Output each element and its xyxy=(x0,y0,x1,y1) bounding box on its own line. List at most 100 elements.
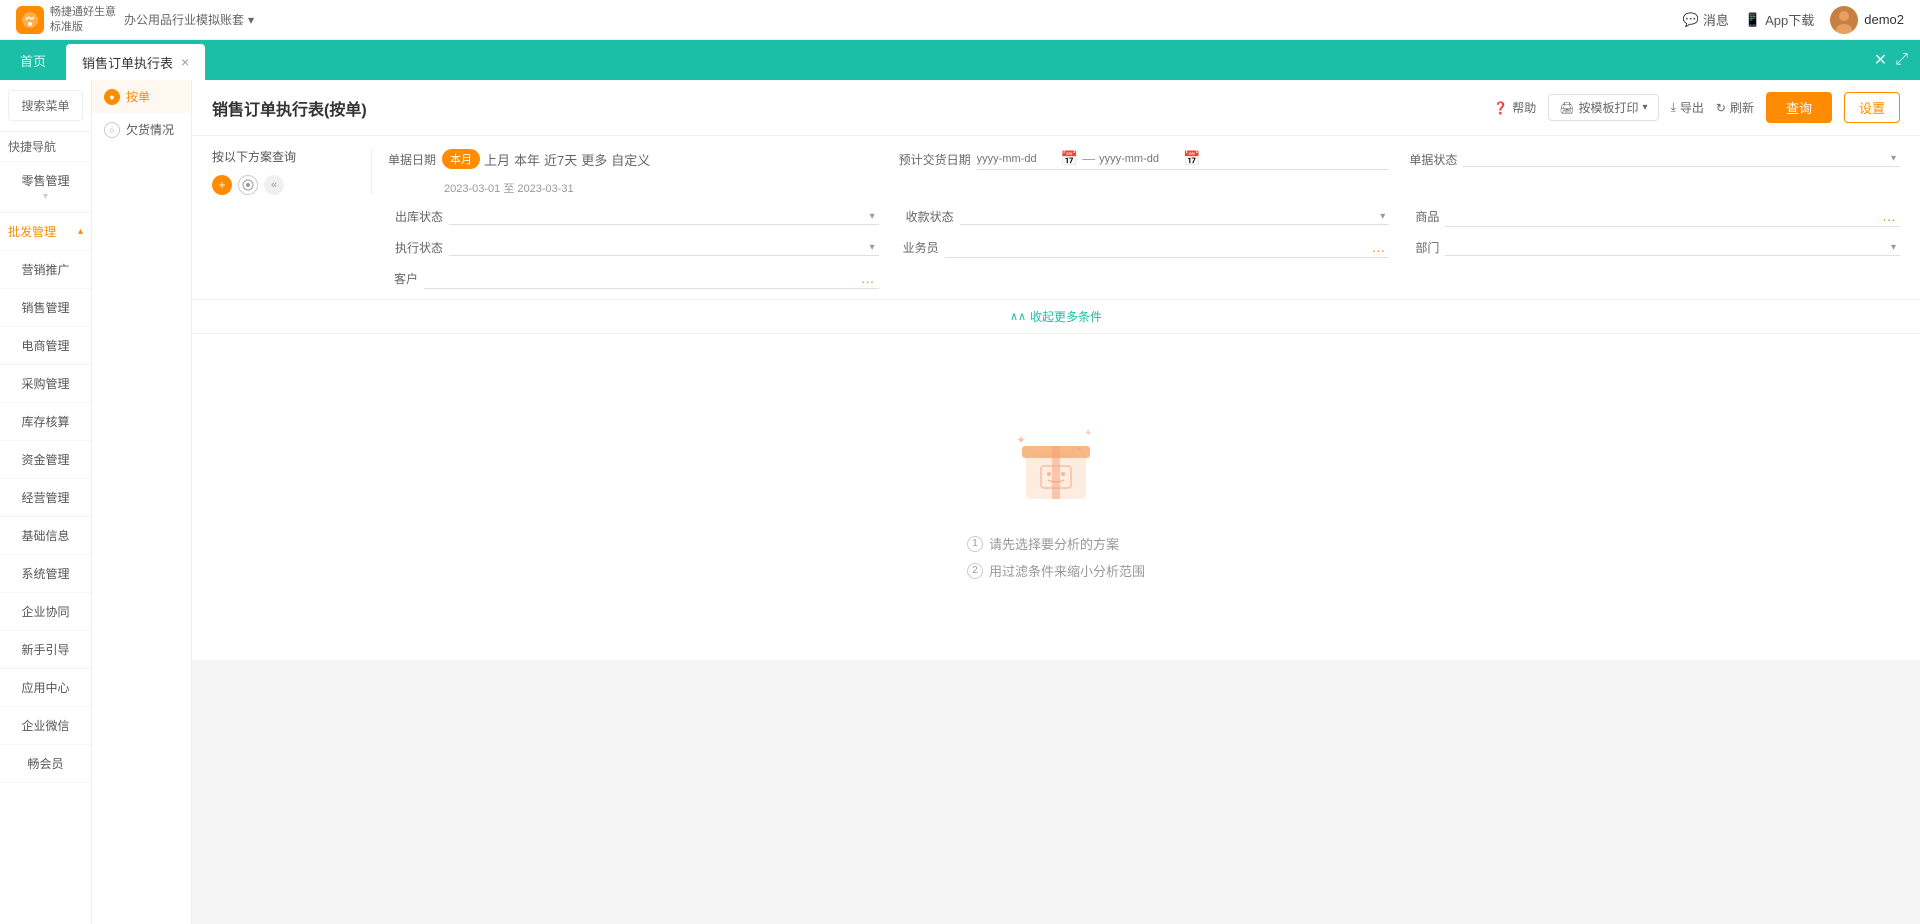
calendar-icon-left[interactable]: 📅 xyxy=(1061,150,1078,167)
message-button[interactable]: 💬 消息 xyxy=(1683,10,1729,29)
debt-icon: ○ xyxy=(104,122,120,138)
prev-month-button[interactable]: 上月 xyxy=(484,150,510,169)
svg-text:✦: ✦ xyxy=(1084,428,1092,439)
search-menu-button[interactable]: 搜索菜单 xyxy=(8,90,83,121)
last7days-button[interactable]: 近7天 xyxy=(544,150,577,169)
expected-delivery-label: 预计交货日期 xyxy=(899,151,971,168)
expected-delivery-to[interactable] xyxy=(1099,153,1179,165)
sidebar-item-vip[interactable]: 畅会员 xyxy=(0,745,91,783)
sidebar-item-sales[interactable]: 销售管理 xyxy=(0,289,91,327)
topbar-left: 畅捷通好生意 标准版 办公用品行业模拟账套 ▾ xyxy=(16,5,254,34)
date-separator: — xyxy=(1082,151,1095,166)
bill-status-chevron[interactable]: ▾ xyxy=(1891,153,1896,164)
current-year-button[interactable]: 本年 xyxy=(514,150,540,169)
execution-status-control[interactable]: ▾ xyxy=(449,240,879,256)
department-field: 部门 ▾ xyxy=(1409,237,1900,258)
sidebar-item-purchase[interactable]: 采购管理 xyxy=(0,365,91,403)
salesperson-control: … xyxy=(945,237,1390,258)
topbar-nav[interactable]: 办公用品行业模拟账套 ▾ xyxy=(124,11,254,28)
more-date-button[interactable]: 更多 xyxy=(581,150,607,169)
add-scheme-button[interactable]: + xyxy=(212,175,232,195)
salesperson-more-icon[interactable]: … xyxy=(1371,239,1385,255)
order-icon: ● xyxy=(104,89,120,105)
salesperson-field: 业务员 … xyxy=(899,237,1390,258)
logo-text: 畅捷通好生意 标准版 xyxy=(50,5,116,34)
goods-label: 商品 xyxy=(1409,208,1439,225)
sidebar-item-enterprise[interactable]: 企业协同 xyxy=(0,593,91,631)
collapse-scheme-button[interactable]: « xyxy=(264,175,284,195)
delivery-status-field: 出库状态 ▾ xyxy=(388,206,879,227)
user-area[interactable]: demo2 xyxy=(1830,6,1904,34)
goods-more-icon[interactable]: … xyxy=(1882,208,1896,224)
filter-row-1: 单据日期 本月 上月 本年 近7天 更多 自定义 xyxy=(388,148,1900,170)
print-button[interactable]: 🖨 按模板打印 ▾ xyxy=(1548,94,1658,121)
delivery-status-control[interactable]: ▾ xyxy=(449,209,879,225)
sidebar-item-operations[interactable]: 经营管理 xyxy=(0,479,91,517)
sidebar-item-wholesale[interactable]: 批发管理 ▴ xyxy=(0,213,91,251)
sub-nav-item-order[interactable]: ● 按单 xyxy=(92,80,191,113)
execution-status-field: 执行状态 ▾ xyxy=(388,237,879,258)
sub-nav-item-debt[interactable]: ○ 欠货情况 xyxy=(92,113,191,146)
custom-date-button[interactable]: 自定义 xyxy=(611,150,650,169)
hint-num-1: 1 xyxy=(967,536,983,552)
sidebar-item-basic[interactable]: 基础信息 xyxy=(0,517,91,555)
sidebar-item-system[interactable]: 系统管理 xyxy=(0,555,91,593)
tab-home[interactable]: 首页 xyxy=(0,40,66,80)
sidebar-item-wechat[interactable]: 企业微信 xyxy=(0,707,91,745)
tab-active-label: 销售订单执行表 xyxy=(82,53,173,72)
username: demo2 xyxy=(1864,12,1904,27)
collapse-arrow-icon: ∧∧ xyxy=(1010,310,1026,323)
copy-scheme-button[interactable] xyxy=(238,175,258,195)
help-button[interactable]: ❓ 帮助 xyxy=(1493,99,1536,116)
logo: 畅捷通好生意 标准版 xyxy=(16,5,116,34)
refresh-button[interactable]: ↻ 刷新 xyxy=(1716,99,1754,116)
sidebar-item-appstore[interactable]: 应用中心 xyxy=(0,669,91,707)
app-download-button[interactable]: 📱 App下载 xyxy=(1745,10,1814,29)
svg-text:✦: ✦ xyxy=(1076,445,1083,454)
filter-row-2: 出库状态 ▾ 收款状态 ▾ xyxy=(388,206,1900,227)
sidebar-item-finance[interactable]: 资金管理 xyxy=(0,441,91,479)
department-chevron: ▾ xyxy=(1891,242,1896,253)
chevron-down-icon: ▾ xyxy=(43,191,48,202)
current-month-button[interactable]: 本月 xyxy=(442,149,480,169)
sidebar-search-area: 搜索菜单 xyxy=(0,80,91,132)
sidebar-item-inventory[interactable]: 库存核算 xyxy=(0,403,91,441)
payment-status-label: 收款状态 xyxy=(899,208,954,225)
customer-more-icon[interactable]: … xyxy=(861,270,875,286)
tab-close-button[interactable]: × xyxy=(181,54,189,70)
calendar-icon-right[interactable]: 📅 xyxy=(1183,150,1200,167)
main-layout: 搜索菜单 快捷导航 零售管理 ▾ 批发管理 ▴ 营销推广 销售管理 电商管理 采… xyxy=(0,80,1920,924)
sidebar-item-marketing[interactable]: 营销推广 xyxy=(0,251,91,289)
execution-status-label: 执行状态 xyxy=(388,239,443,256)
settings-button[interactable]: 设置 xyxy=(1844,92,1900,123)
sidebar-item-newbie[interactable]: 新手引导 xyxy=(0,631,91,669)
filter-top-area: 按以下方案查询 + « xyxy=(192,136,1920,299)
window-expand-button[interactable]: ⤢ xyxy=(1895,51,1908,69)
payment-status-control[interactable]: ▾ xyxy=(960,209,1390,225)
sidebar-item-retail[interactable]: 零售管理 ▾ xyxy=(0,162,91,213)
sidebar-item-label-vip: 畅会员 xyxy=(27,755,63,772)
topbar: 畅捷通好生意 标准版 办公用品行业模拟账套 ▾ 💬 消息 📱 App下载 dem… xyxy=(0,0,1920,40)
tab-active[interactable]: 销售订单执行表 × xyxy=(66,44,205,80)
empty-box-svg: ✦ ✦ ✦ xyxy=(1006,414,1106,514)
expected-delivery-from[interactable] xyxy=(977,153,1057,165)
expected-delivery-field: 预计交货日期 📅 — 📅 xyxy=(899,148,1390,170)
sidebar-quick-nav[interactable]: 快捷导航 xyxy=(0,132,91,162)
sub-nav-label-order: 按单 xyxy=(126,88,150,105)
sidebar-item-label-wechat: 企业微信 xyxy=(21,717,69,734)
scheme-label: 按以下方案查询 xyxy=(212,148,296,165)
sub-nav-label-debt: 欠货情况 xyxy=(126,121,174,138)
department-control[interactable]: ▾ xyxy=(1445,240,1900,256)
scheme-header: 按以下方案查询 xyxy=(212,148,359,165)
sidebar-item-ecommerce[interactable]: 电商管理 xyxy=(0,327,91,365)
window-close-button[interactable]: ✕ xyxy=(1874,50,1887,70)
export-button[interactable]: ⤓ 导出 xyxy=(1671,99,1704,116)
date-controls: 本月 上月 本年 近7天 更多 自定义 xyxy=(442,149,879,169)
filter-row-3: 执行状态 ▾ 业务员 … xyxy=(388,237,1900,258)
collapse-button[interactable]: ∧∧ 收起更多条件 xyxy=(192,299,1920,333)
query-button[interactable]: 查询 xyxy=(1766,92,1832,123)
print-dropdown-icon: ▾ xyxy=(1643,102,1648,113)
date-label: 单据日期 xyxy=(388,151,436,168)
payment-status-chevron: ▾ xyxy=(1380,211,1385,222)
scheme-panel: 按以下方案查询 + « xyxy=(212,148,372,195)
